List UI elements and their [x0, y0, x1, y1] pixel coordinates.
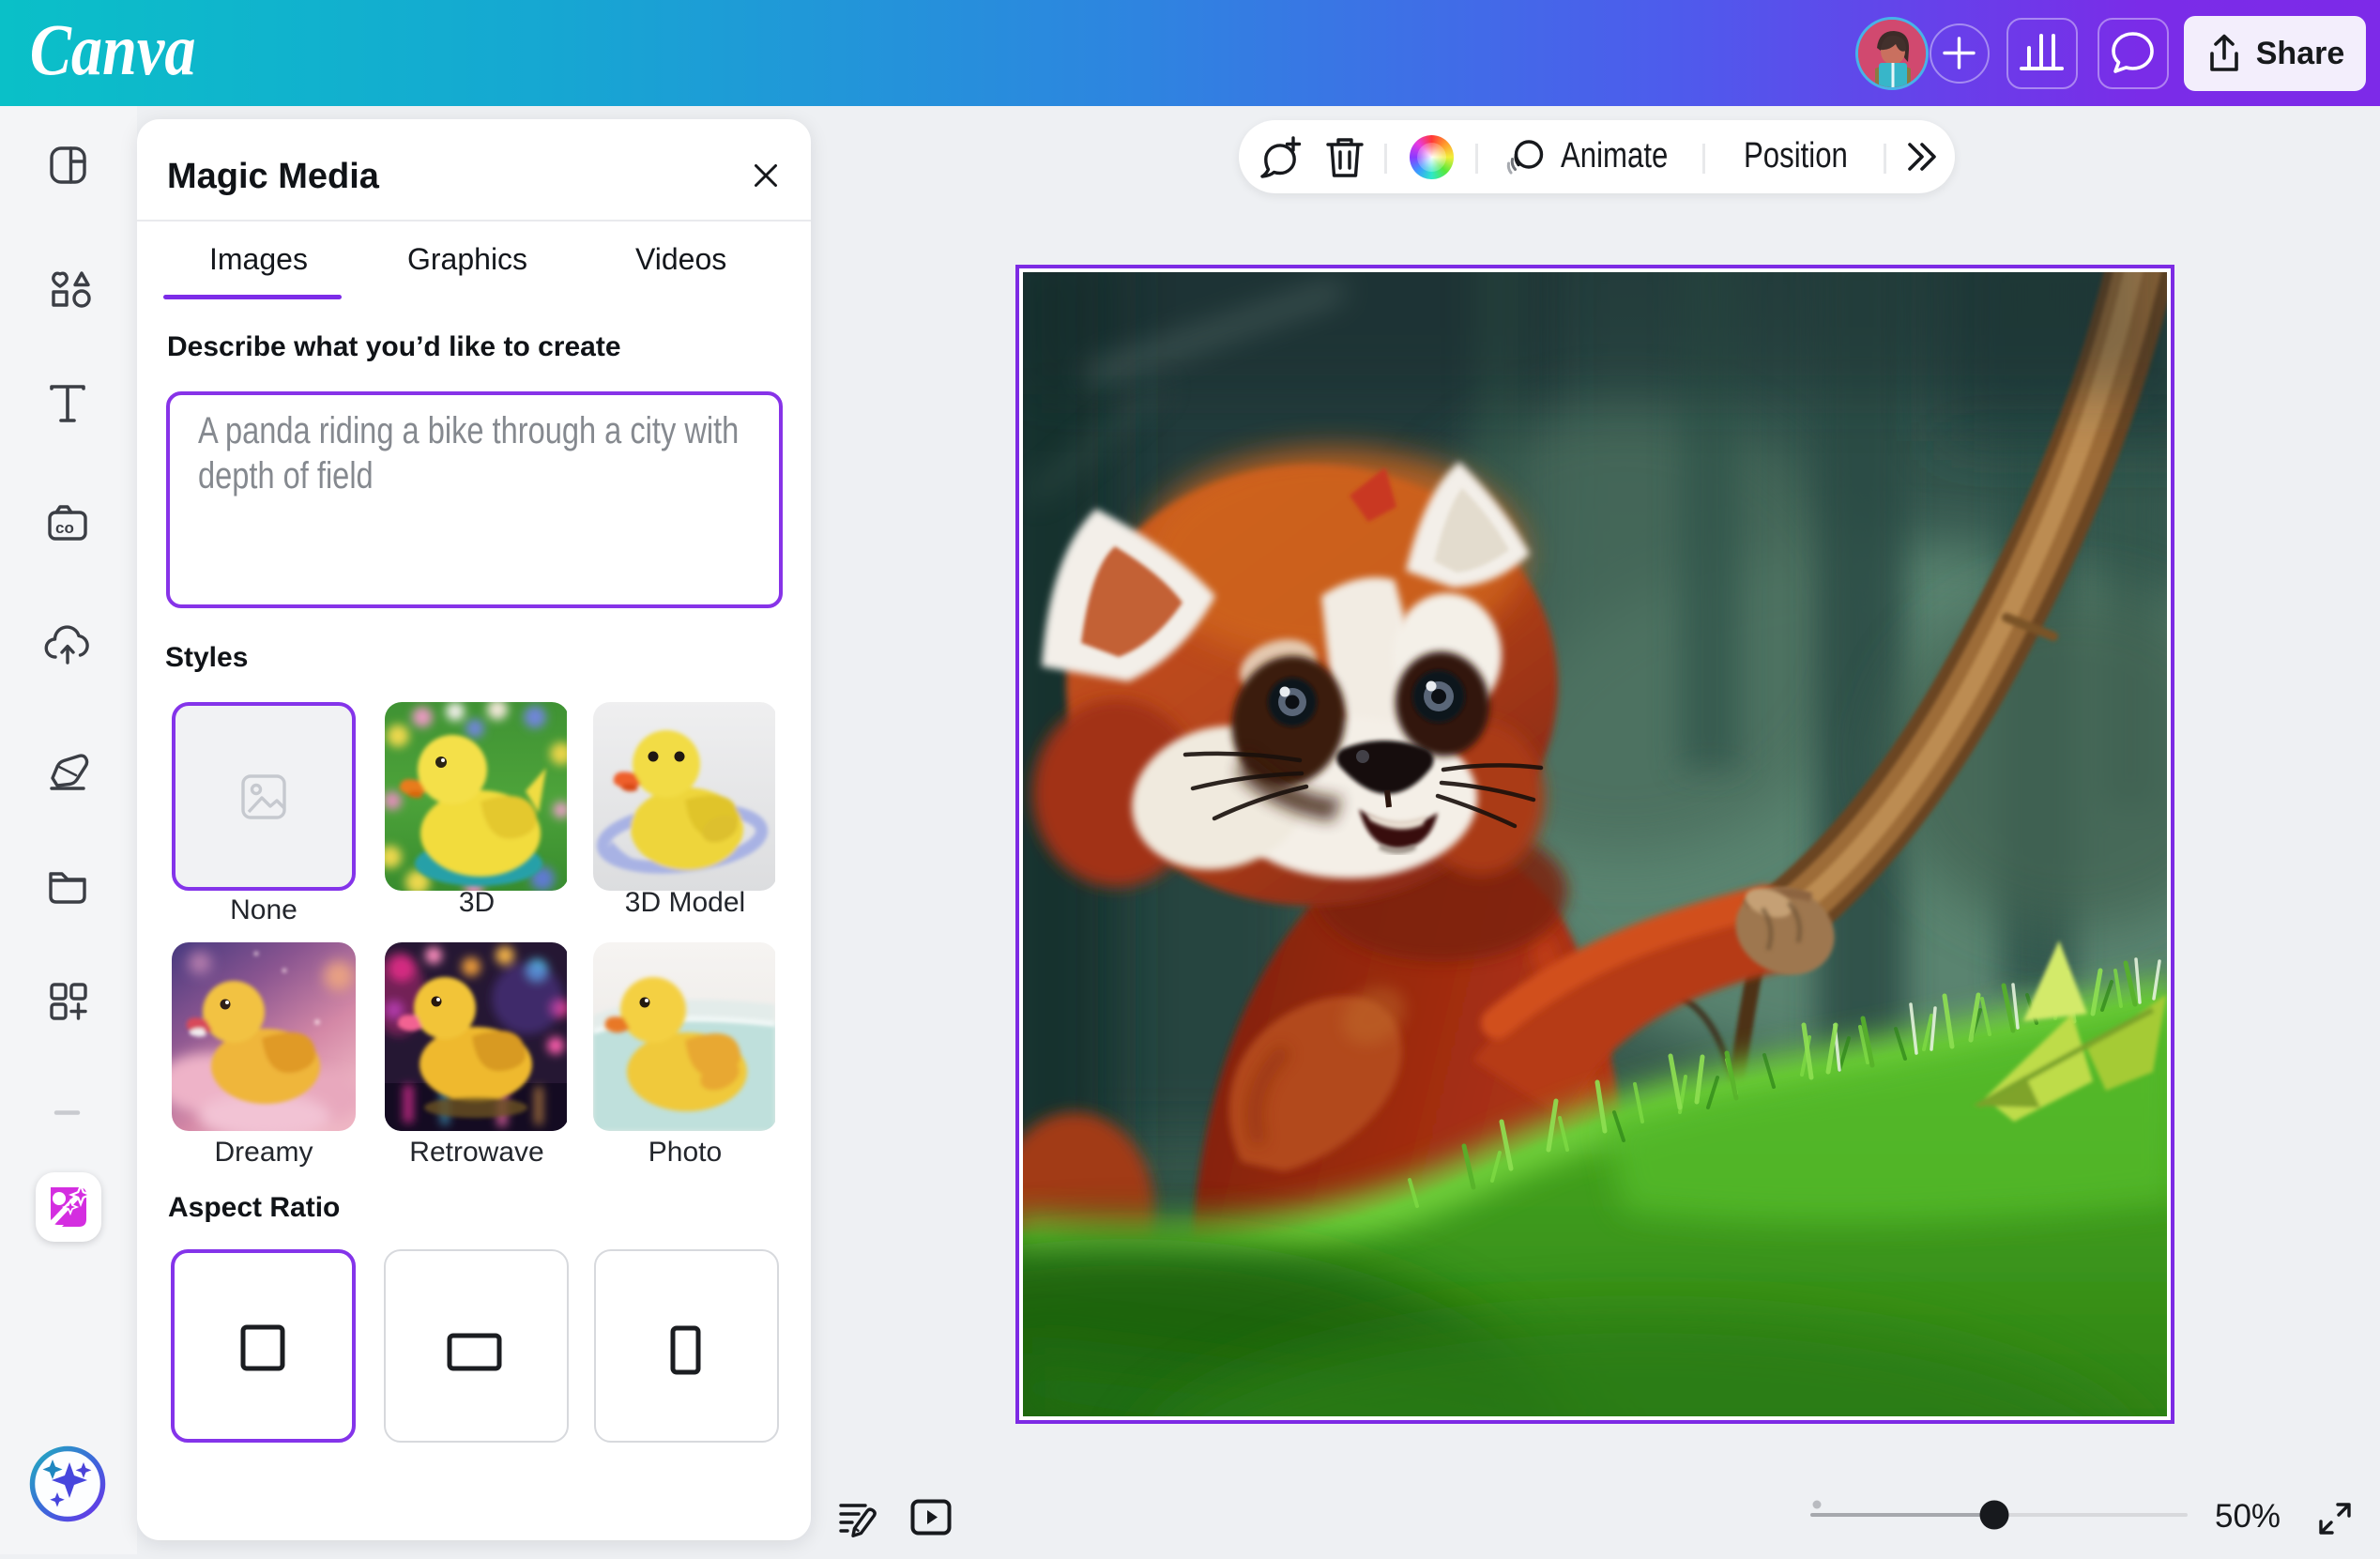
svg-text:Canva: Canva: [30, 9, 196, 90]
svg-text:co: co: [55, 519, 74, 537]
